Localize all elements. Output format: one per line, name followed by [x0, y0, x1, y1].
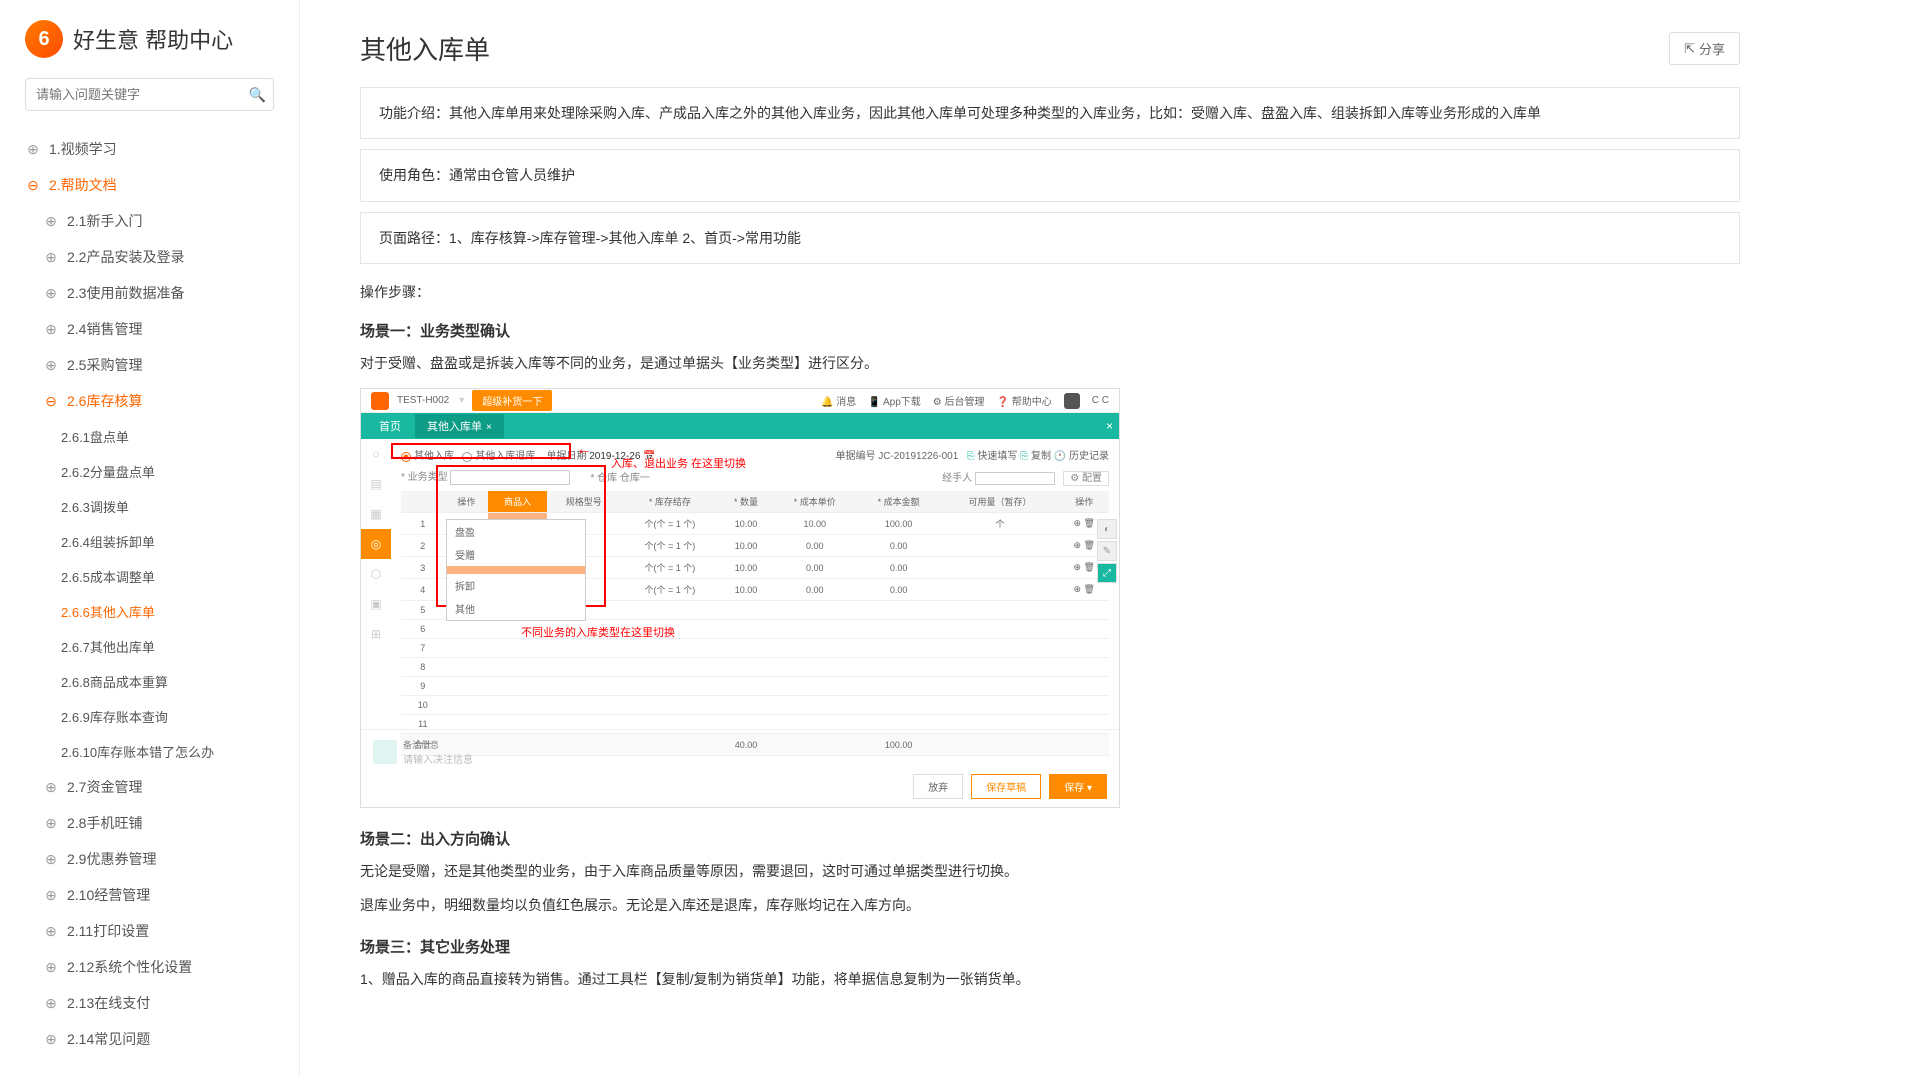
- scene2-title: 场景二：出入方向确认: [360, 828, 1740, 849]
- role-label: 使用角色：: [379, 167, 449, 183]
- plus-icon: [43, 285, 59, 301]
- logo-icon: 6: [25, 20, 63, 58]
- nav-2-4[interactable]: 2.4销售管理: [25, 311, 274, 347]
- share-icon: ⇱: [1684, 41, 1695, 57]
- ss-icon-1: ○: [361, 439, 391, 469]
- ss-save: 保存 ▾: [1049, 774, 1107, 799]
- nav-list: 1.视频学习 2.帮助文档 2.1新手入门 2.2产品安装及登录 2.3使用前数…: [25, 131, 274, 1057]
- plus-icon: [43, 357, 59, 373]
- plus-icon: [43, 213, 59, 229]
- nav-docs[interactable]: 2.帮助文档: [25, 167, 274, 203]
- intro-text: 其他入库单用来处理除采购入库、产成品入库之外的其他入库业务，因此其他入库单可处理…: [449, 105, 1541, 121]
- share-button[interactable]: ⇱分享: [1669, 32, 1740, 65]
- nav-2-6-5[interactable]: 2.6.5成本调整单: [25, 559, 274, 594]
- screenshot-image: TEST-H002 ▾ 超级补货一下 🔔 消息 📱 App下载 ⚙ 后台管理 ❓…: [360, 388, 1120, 808]
- role-text: 通常由仓管人员维护: [449, 167, 575, 183]
- ss-cancel: 放弃: [913, 774, 963, 799]
- sidebar: 6 好生意 帮助中心 🔍 1.视频学习 2.帮助文档 2.1新手入门 2.2产品…: [0, 0, 300, 1077]
- nav-2-6-1[interactable]: 2.6.1盘点单: [25, 419, 274, 454]
- ss-user: C C: [1092, 395, 1109, 406]
- ss-msg: 🔔 消息: [821, 393, 856, 408]
- ss-r1: ◐: [1097, 519, 1117, 539]
- ss-icon-3: ▦: [361, 499, 391, 529]
- nav-2-11[interactable]: 2.11打印设置: [25, 913, 274, 949]
- nav-2-13[interactable]: 2.13在线支付: [25, 985, 274, 1021]
- plus-icon: [43, 923, 59, 939]
- ss-admin: ⚙ 后台管理: [933, 393, 985, 408]
- nav-2-7[interactable]: 2.7资金管理: [25, 769, 274, 805]
- scene1-text: 对于受赠、盘盈或是拆装入库等不同的业务，是通过单据头【业务类型】进行区分。: [360, 351, 1740, 376]
- plus-icon: [43, 1031, 59, 1047]
- scene3-text: 1、赠品入库的商品直接转为销售。通过工具栏【复制/复制为销货单】功能，将单据信息…: [360, 967, 1740, 992]
- search-input[interactable]: [25, 78, 274, 111]
- ss-top-btn: 超级补货一下: [472, 390, 552, 411]
- role-box: 使用角色：通常由仓管人员维护: [360, 149, 1740, 201]
- scene1-title: 场景一：业务类型确认: [360, 320, 1740, 341]
- ss-icon-4: ◎: [361, 529, 391, 559]
- page-title: 其他入库单: [360, 30, 490, 67]
- scene2-text1: 无论是受赠，还是其他类型的业务，由于入库商品质量等原因，需要退回，这时可通过单据…: [360, 859, 1740, 884]
- plus-icon: [43, 995, 59, 1011]
- steps-label: 操作步骤：: [360, 282, 1740, 302]
- ss-avatar-icon: [1064, 393, 1080, 409]
- ss-annotation1: 入库、退出业务 在这里切换: [611, 455, 746, 471]
- ss-icon-6: ▣: [361, 589, 391, 619]
- nav-2-6-10[interactable]: 2.6.10库存账本错了怎么办: [25, 734, 274, 769]
- ss-logo-icon: [371, 392, 389, 410]
- minus-icon: [25, 177, 41, 193]
- logo-text: 好生意 帮助中心: [73, 23, 233, 55]
- ss-r3: ⤢: [1097, 563, 1117, 583]
- ss-draft: 保存草稿: [971, 774, 1041, 799]
- ss-annotation2: 不同业务的入库类型在这里切换: [521, 624, 675, 640]
- ss-help: ❓ 帮助中心: [997, 393, 1052, 408]
- ss-icon-7: ⊞: [361, 619, 391, 649]
- path-text: 1、库存核算->库存管理->其他入库单 2、首页->常用功能: [449, 230, 801, 246]
- nav-2-6[interactable]: 2.6库存核算: [25, 383, 274, 419]
- nav-2-14[interactable]: 2.14常见问题: [25, 1021, 274, 1057]
- nav-2-3[interactable]: 2.3使用前数据准备: [25, 275, 274, 311]
- plus-icon: [43, 851, 59, 867]
- path-box: 页面路径：1、库存核算->库存管理->其他入库单 2、首页->常用功能: [360, 212, 1740, 264]
- nav-video[interactable]: 1.视频学习: [25, 131, 274, 167]
- search-box: 🔍: [25, 78, 274, 111]
- plus-icon: [43, 815, 59, 831]
- minus-icon: [43, 393, 59, 409]
- nav-2-6-6[interactable]: 2.6.6其他入库单: [25, 594, 274, 629]
- nav-2-9[interactable]: 2.9优惠券管理: [25, 841, 274, 877]
- main-content: 其他入库单 ⇱分享 功能介绍：其他入库单用来处理除采购入库、产成品入库之外的其他…: [300, 0, 1800, 1077]
- ss-test: TEST-H002: [397, 395, 449, 406]
- plus-icon: [43, 321, 59, 337]
- plus-icon: [43, 959, 59, 975]
- intro-box: 功能介绍：其他入库单用来处理除采购入库、产成品入库之外的其他入库业务，因此其他入…: [360, 87, 1740, 139]
- nav-2-6-7[interactable]: 2.6.7其他出库单: [25, 629, 274, 664]
- scene2-text2: 退库业务中，明细数量均以负值红色展示。无论是入库还是退库，库存账均记在入库方向。: [360, 893, 1740, 918]
- ss-icon-5: ⬡: [361, 559, 391, 589]
- nav-2-6-9[interactable]: 2.6.9库存账本查询: [25, 699, 274, 734]
- nav-2-8[interactable]: 2.8手机旺铺: [25, 805, 274, 841]
- ss-r2: ✎: [1097, 541, 1117, 561]
- nav-2-5[interactable]: 2.5采购管理: [25, 347, 274, 383]
- ss-tab-home: 首页: [367, 414, 413, 438]
- plus-icon: [43, 249, 59, 265]
- nav-2-6-3[interactable]: 2.6.3调拨单: [25, 489, 274, 524]
- nav-2-10[interactable]: 2.10经营管理: [25, 877, 274, 913]
- logo: 6 好生意 帮助中心: [25, 20, 274, 58]
- intro-label: 功能介绍：: [379, 105, 449, 121]
- ss-icon-2: ▤: [361, 469, 391, 499]
- nav-2-6-2[interactable]: 2.6.2分量盘点单: [25, 454, 274, 489]
- nav-2-1[interactable]: 2.1新手入门: [25, 203, 274, 239]
- nav-2-12[interactable]: 2.12系统个性化设置: [25, 949, 274, 985]
- plus-icon: [43, 779, 59, 795]
- scene3-title: 场景三：其它业务处理: [360, 936, 1740, 957]
- ss-tab-doc: 其他入库单×: [415, 414, 504, 438]
- plus-icon: [25, 141, 41, 157]
- nav-2-6-4[interactable]: 2.6.4组装拆卸单: [25, 524, 274, 559]
- path-label: 页面路径：: [379, 230, 449, 246]
- nav-2-6-8[interactable]: 2.6.8商品成本重算: [25, 664, 274, 699]
- nav-2-2[interactable]: 2.2产品安装及登录: [25, 239, 274, 275]
- ss-app: 📱 App下载: [868, 393, 920, 408]
- search-icon[interactable]: 🔍: [249, 86, 266, 103]
- plus-icon: [43, 887, 59, 903]
